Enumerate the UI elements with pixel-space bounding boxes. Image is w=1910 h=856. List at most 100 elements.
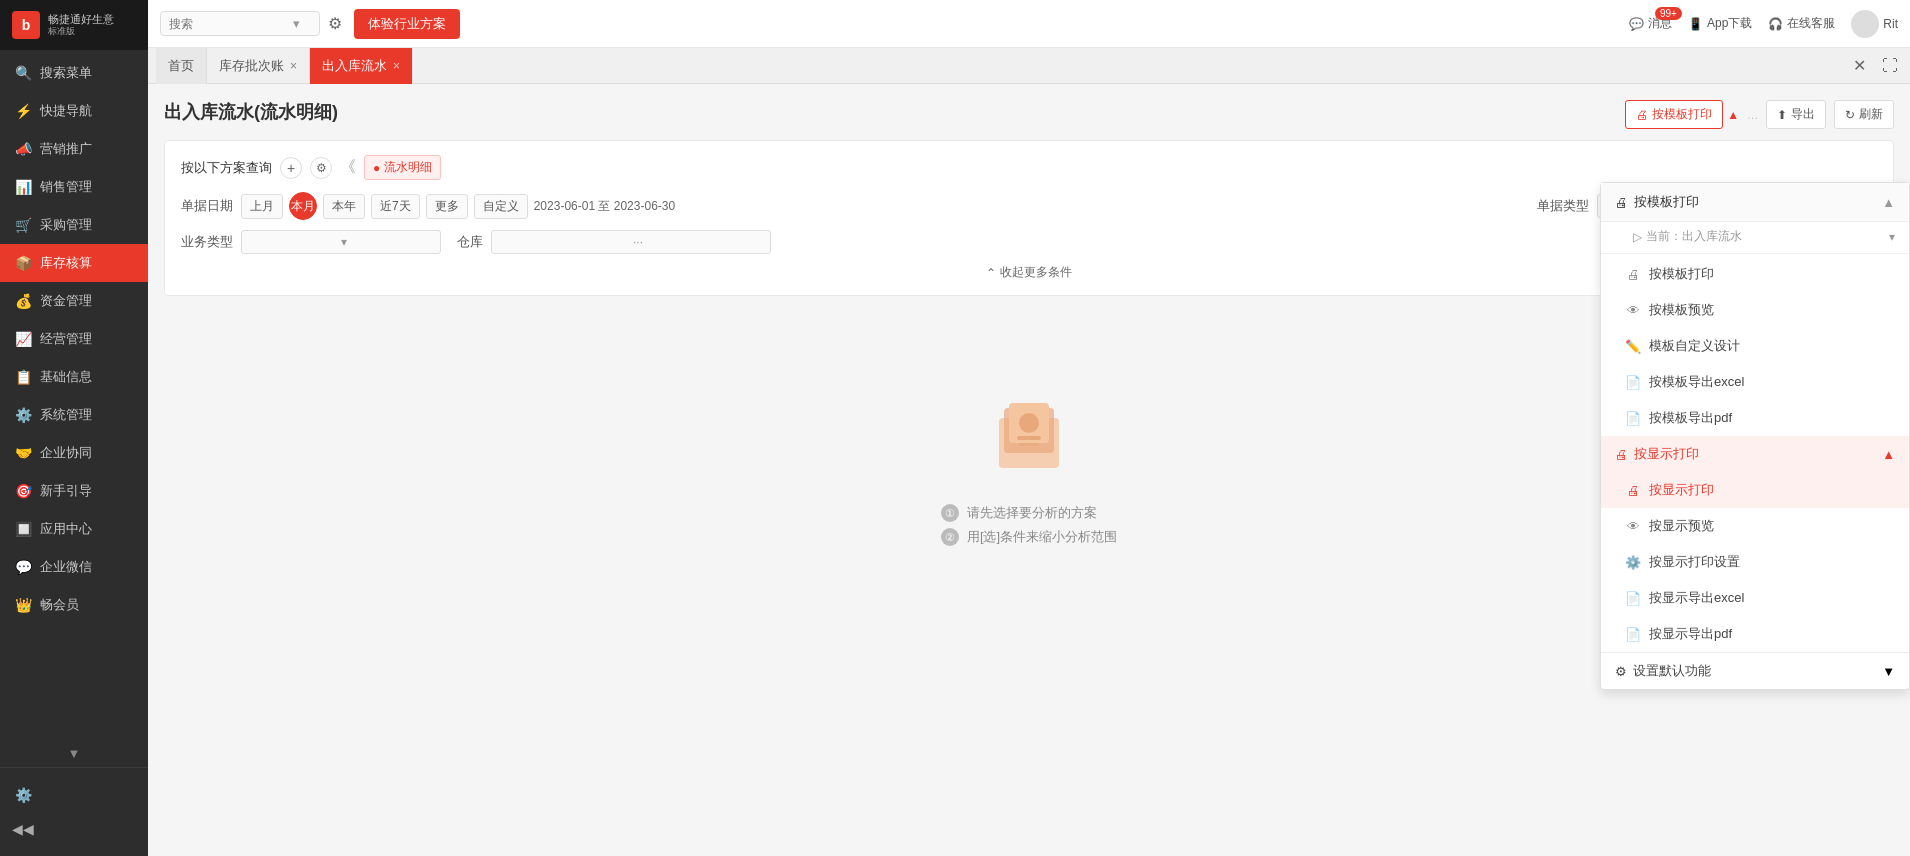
dropdown-divider-1 — [1601, 253, 1909, 254]
tabbar: 首页 库存批次账 × 出入库流水 × ✕ ⛶ — [148, 48, 1910, 84]
dropdown-item-display-export-excel[interactable]: 📄 按显示导出excel — [1601, 580, 1909, 616]
filter-collapse-arrow[interactable]: 《 — [340, 157, 356, 178]
search-input[interactable] — [169, 17, 289, 31]
search-chevron-icon[interactable]: ▾ — [293, 16, 300, 31]
business-type-chevron-icon: ▾ — [341, 235, 432, 249]
warehouse-more-icon[interactable]: ··· — [633, 235, 762, 249]
sidebar-item-wechat[interactable]: 💬 企业微信 — [0, 548, 148, 586]
dropdown-display-section-title: 🖨 按显示打印 — [1615, 445, 1699, 463]
message-btn[interactable]: 💬 消息 99+ — [1629, 15, 1672, 32]
current-template-icon: ▷ — [1633, 230, 1642, 244]
empty-step-2: ② 用[选]条件来缩小分析范围 — [941, 528, 1117, 546]
username-label: Rit — [1883, 17, 1898, 31]
dropdown-item-template-print[interactable]: 🖨 按模板打印 — [1601, 256, 1909, 292]
svg-point-3 — [1019, 413, 1039, 433]
message-badge: 99+ — [1655, 7, 1682, 20]
sidebar-item-app-center[interactable]: 🔲 应用中心 — [0, 510, 148, 548]
sidebar-item-enterprise[interactable]: 🤝 企业协同 — [0, 434, 148, 472]
page-title: 出入库流水(流水明细) — [164, 100, 338, 124]
sidebar-item-search[interactable]: 🔍 搜索菜单 — [0, 54, 148, 92]
settings-icon: ⚙️ — [14, 786, 32, 804]
date-btn-more[interactable]: 更多 — [426, 194, 468, 219]
filter-title: 按以下方案查询 — [181, 159, 272, 177]
user-area[interactable]: Rit — [1851, 10, 1898, 38]
system-icon: ⚙️ — [14, 406, 32, 424]
print-dropdown-trigger[interactable]: 🖨 按模板打印 ▲ — [1625, 100, 1739, 129]
display-pdf-icon: 📄 — [1625, 626, 1641, 642]
filter-add-btn[interactable]: + — [280, 157, 302, 179]
dropdown-item-display-preview[interactable]: 👁 按显示预览 — [1601, 508, 1909, 544]
sidebar-settings-btn[interactable]: ⚙️ — [0, 778, 148, 812]
sidebar-scroll-down[interactable]: ▼ — [0, 740, 148, 767]
step-1-number: ① — [941, 504, 959, 522]
dropdown-item-template-preview[interactable]: 👁 按模板预览 — [1601, 292, 1909, 328]
purchase-icon: 🛒 — [14, 216, 32, 234]
refresh-btn[interactable]: ↻ 刷新 — [1834, 100, 1894, 129]
dropdown-item-display-print-settings[interactable]: ⚙️ 按显示打印设置 — [1601, 544, 1909, 580]
wechat-icon: 💬 — [14, 558, 32, 576]
enterprise-icon: 🤝 — [14, 444, 32, 462]
sidebar-bottom: ⚙️ ◀◀ — [0, 767, 148, 856]
tab-home[interactable]: 首页 — [156, 48, 207, 84]
dropdown-item-template-custom[interactable]: ✏️ 模板自定义设计 — [1601, 328, 1909, 364]
filter-settings-btn[interactable]: ⚙ — [310, 157, 332, 179]
sidebar-item-inventory[interactable]: 📦 库存核算 — [0, 244, 148, 282]
date-btn-last-month[interactable]: 上月 — [241, 194, 283, 219]
business-type-select[interactable]: ▾ — [241, 230, 441, 254]
export-btn[interactable]: ⬆ 导出 — [1766, 100, 1826, 129]
toolbar-divider: ... — [1747, 107, 1758, 122]
warehouse-filter-item: 仓库 ··· — [457, 230, 771, 254]
tab-flow-close-btn[interactable]: × — [393, 59, 400, 73]
print-dropdown-chevron-icon[interactable]: ▲ — [1727, 108, 1739, 122]
date-filter-item: 单据日期 上月 本月 本年 近7天 更多 自定义 2023-06-01 至 20… — [181, 192, 675, 220]
topbar-search-box[interactable]: ▾ — [160, 11, 320, 36]
tab-batch[interactable]: 库存批次账 × — [207, 48, 310, 84]
sidebar-item-purchase[interactable]: 🛒 采购管理 — [0, 206, 148, 244]
sidebar-item-quick-nav[interactable]: ⚡ 快捷导航 — [0, 92, 148, 130]
sidebar-item-member[interactable]: 👑 畅会员 — [0, 586, 148, 624]
print-btn[interactable]: 🖨 按模板打印 — [1625, 100, 1723, 129]
dropdown-item-template-export-pdf[interactable]: 📄 按模板导出pdf — [1601, 400, 1909, 436]
svg-rect-4 — [1017, 436, 1041, 440]
dropdown-header-title: 🖨 按模板打印 — [1615, 193, 1699, 211]
sidebar-item-finance[interactable]: 💰 资金管理 — [0, 282, 148, 320]
operation-icon: 📈 — [14, 330, 32, 348]
sidebar-item-operation[interactable]: 📈 经营管理 — [0, 320, 148, 358]
main-area: ▾ ⚙ 体验行业方案 💬 消息 99+ 📱 App下载 🎧 在线客服 Rit — [148, 0, 1910, 856]
filter-header: 按以下方案查询 + ⚙ 《 ● 流水明细 — [181, 155, 1877, 180]
chevron-up-icon: ⌃ — [986, 266, 996, 280]
date-btn-7days[interactable]: 近7天 — [371, 194, 420, 219]
topbar-gear-icon[interactable]: ⚙ — [328, 14, 342, 33]
dropdown-item-display-print[interactable]: 🖨 按显示打印 — [1601, 472, 1909, 508]
app-logo-icon: b — [12, 11, 40, 39]
topbar: ▾ ⚙ 体验行业方案 💬 消息 99+ 📱 App下载 🎧 在线客服 Rit — [148, 0, 1910, 48]
business-type-filter-item: 业务类型 ▾ — [181, 230, 441, 254]
tab-close-all-btn[interactable]: ✕ — [1849, 54, 1870, 77]
tab-maximize-btn[interactable]: ⛶ — [1878, 55, 1902, 77]
date-btn-custom[interactable]: 自定义 — [474, 194, 528, 219]
lightning-icon: ⚡ — [14, 102, 32, 120]
sidebar-item-marketing[interactable]: 📣 营销推广 — [0, 130, 148, 168]
date-btn-this-month[interactable]: 本月 — [289, 192, 317, 220]
tab-flow[interactable]: 出入库流水 × — [310, 48, 413, 84]
template-custom-icon: ✏️ — [1625, 338, 1641, 354]
warehouse-select[interactable]: ··· — [491, 230, 771, 254]
dropdown-display-section-header[interactable]: 🖨 按显示打印 ▲ — [1601, 436, 1909, 472]
sidebar-item-sales[interactable]: 📊 销售管理 — [0, 168, 148, 206]
dropdown-item-template-export-excel[interactable]: 📄 按模板导出excel — [1601, 364, 1909, 400]
app-download-btn[interactable]: 📱 App下载 — [1688, 15, 1752, 32]
industry-btn[interactable]: 体验行业方案 — [354, 9, 460, 39]
online-service-btn[interactable]: 🎧 在线客服 — [1768, 15, 1835, 32]
empty-steps-list: ① 请先选择要分析的方案 ② 用[选]条件来缩小分析范围 — [941, 504, 1117, 552]
sidebar-item-base-info[interactable]: 📋 基础信息 — [0, 358, 148, 396]
template-print-icon: 🖨 — [1625, 266, 1641, 282]
dropdown-item-display-export-pdf[interactable]: 📄 按显示导出pdf — [1601, 616, 1909, 652]
sidebar-item-guide[interactable]: 🎯 新手引导 — [0, 472, 148, 510]
tabbar-controls: ✕ ⛶ — [1849, 54, 1902, 77]
sidebar-collapse-btn[interactable]: ◀◀ — [0, 812, 148, 846]
sidebar-item-system[interactable]: ⚙️ 系统管理 — [0, 396, 148, 434]
tab-batch-close-btn[interactable]: × — [290, 59, 297, 73]
dropdown-footer[interactable]: ⚙ 设置默认功能 ▼ — [1601, 652, 1909, 689]
dropdown-header-chevron-icon[interactable]: ▲ — [1882, 195, 1895, 210]
date-btn-this-year[interactable]: 本年 — [323, 194, 365, 219]
